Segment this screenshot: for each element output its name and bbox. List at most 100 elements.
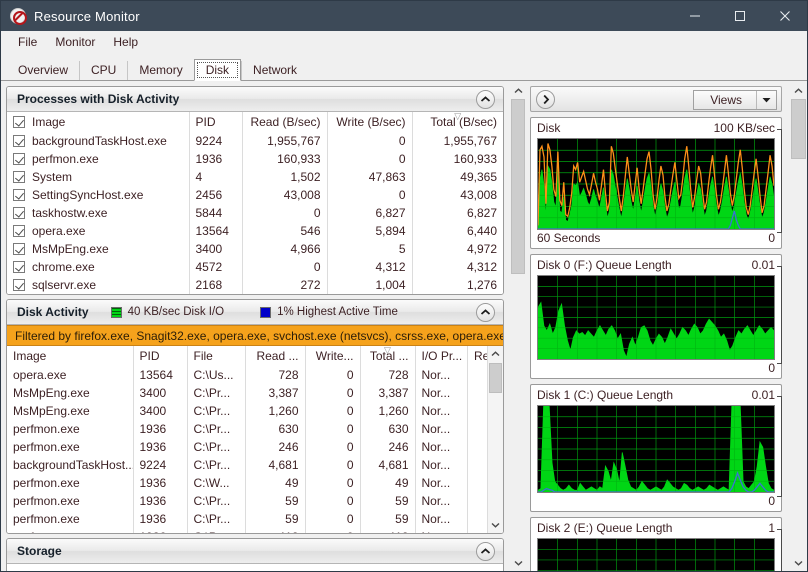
table-row[interactable]: taskhostw.exe 5844 0 6,827 6,827 xyxy=(7,204,503,222)
row-checkbox[interactable] xyxy=(13,188,25,201)
right-pane-scrollbar[interactable] xyxy=(790,82,807,571)
menu-item-monitor[interactable]: Monitor xyxy=(46,33,104,51)
tab-overview[interactable]: Overview xyxy=(7,61,80,81)
table-row[interactable]: perfmon.exe1936C:\Pr...59059Nor...0 xyxy=(7,492,503,510)
da-pid-cell: 3400 xyxy=(133,384,188,402)
table-row[interactable]: MsMpEng.exe 3400 C:\Pr... 3,387 0 3,387 Nor...… xyxy=(7,384,503,402)
scroll-up-icon[interactable] xyxy=(488,346,503,362)
row-checkbox[interactable] xyxy=(13,206,25,219)
disk-0-caption: Disk 0 (F:) Queue Length 0.01 xyxy=(537,258,775,273)
table-row[interactable]: perfmon.exe1936C:\W...49049Nor...0 xyxy=(7,474,503,492)
row-checkbox[interactable] xyxy=(13,242,25,255)
table-row[interactable]: sqlservr.exe 2168 272 1,004 1,276 xyxy=(7,276,503,294)
row-checkbox[interactable] xyxy=(13,152,25,165)
table-row[interactable]: perfmon.exe1936C:\Pr...1180118Nor...0 xyxy=(7,528,503,533)
tab-disk[interactable]: Disk xyxy=(193,59,242,81)
scroll-up-icon[interactable] xyxy=(790,82,807,99)
da-read-cell: 3,387 xyxy=(245,384,306,402)
scrollbar-track[interactable] xyxy=(510,99,526,554)
scrollbar-thumb[interactable] xyxy=(791,99,806,159)
views-button[interactable]: Views xyxy=(693,90,777,110)
maximize-button[interactable] xyxy=(717,1,762,31)
processes-col-read[interactable]: Read (B/sec) xyxy=(242,112,328,132)
disk-0-footer: 0 xyxy=(537,361,775,376)
table-row[interactable]: opera.exe13564C:\Us...7280728Nor...1 xyxy=(7,366,503,384)
scroll-down-icon[interactable] xyxy=(510,554,526,571)
table-row[interactable]: backgroundTaskHost.... 9224 C:\Pr... 4,681 0… xyxy=(7,456,503,474)
processes-table: Image PID Read (B/sec) Write (B/sec) ▽ T… xyxy=(7,112,503,294)
process-image-cell: MsMpEng.exe xyxy=(7,240,190,258)
scroll-down-icon[interactable] xyxy=(488,517,503,533)
table-row[interactable]: MsMpEng.exe 3400 C:\Pr... 1,260 0 1,260 Nor...… xyxy=(7,402,503,420)
chevron-right-icon[interactable] xyxy=(536,89,555,109)
close-button[interactable] xyxy=(762,1,807,31)
da-col-total[interactable]: ▽ Total ... xyxy=(360,346,416,366)
scrollbar-thumb[interactable] xyxy=(511,99,525,274)
process-total-cell: 4,312 xyxy=(412,258,503,276)
da-col-iopriority[interactable]: I/O Pr... xyxy=(415,346,468,366)
minimize-button[interactable] xyxy=(672,1,717,31)
processes-col-image[interactable]: Image xyxy=(7,112,190,132)
da-image-cell: perfmon.exe xyxy=(7,474,134,492)
table-row[interactable]: perfmon.exe1936C:\Pr...6300630Nor...0 xyxy=(7,420,503,438)
chevron-up-icon[interactable] xyxy=(476,303,495,322)
select-all-checkbox[interactable] xyxy=(13,115,25,128)
table-row[interactable]: backgroundTaskHost.exe 9224 1,955,767 0 1,95… xyxy=(7,132,503,150)
disk-graph-caption: Disk 100 KB/sec xyxy=(537,121,775,136)
row-checkbox[interactable] xyxy=(13,224,25,237)
scrollbar-thumb[interactable] xyxy=(489,363,502,393)
table-row[interactable]: System 4 1,502 47,863 49,365 xyxy=(7,168,503,186)
process-pid-cell: 13564 xyxy=(189,222,243,240)
processes-col-total[interactable]: ▽ Total (B/sec) xyxy=(412,112,503,132)
process-read-cell: 4,966 xyxy=(242,240,328,258)
da-total-cell: 59 xyxy=(360,492,416,510)
table-row[interactable]: perfmon.exe 1936 160,933 0 160,933 xyxy=(7,150,503,168)
da-write-cell: 0 xyxy=(305,366,361,384)
tab-network[interactable]: Network xyxy=(241,61,309,81)
processes-col-write[interactable]: Write (B/sec) xyxy=(327,112,413,132)
tab-cpu[interactable]: CPU xyxy=(79,61,128,81)
table-row[interactable]: perfmon.exe1936C:\Pr...2460246Nor...0 xyxy=(7,438,503,456)
process-image-label: SettingSyncHost.exe xyxy=(32,187,144,202)
chevron-down-icon[interactable] xyxy=(756,91,776,109)
processes-col-pid[interactable]: PID xyxy=(189,112,243,132)
disk-graph-title: Disk xyxy=(537,121,561,135)
da-col-file[interactable]: File xyxy=(187,346,246,366)
table-row[interactable]: opera.exe 13564 546 5,894 6,440 xyxy=(7,222,503,240)
disk-0-plot xyxy=(537,275,775,360)
da-col-pid[interactable]: PID xyxy=(133,346,188,366)
storage-panel-header[interactable]: Storage xyxy=(7,539,503,564)
row-checkbox[interactable] xyxy=(13,260,25,273)
table-row[interactable]: MsMpEng.exe 3400 4,966 5 4,972 xyxy=(7,240,503,258)
process-read-cell: 1,955,767 xyxy=(242,132,328,150)
process-image-label: backgroundTaskHost.exe xyxy=(32,133,167,148)
disk-activity-scrollbar[interactable] xyxy=(487,346,503,533)
chevron-up-icon[interactable] xyxy=(476,90,495,109)
scroll-up-icon[interactable] xyxy=(510,82,526,99)
legend-active-time: 1% Highest Active Time xyxy=(260,306,398,318)
process-total-cell: 6,440 xyxy=(412,222,503,240)
row-checkbox[interactable] xyxy=(13,278,25,291)
y-axis-bracket xyxy=(777,266,782,364)
menu-item-file[interactable]: File xyxy=(9,33,46,51)
da-file-cell: C:\Pr... xyxy=(187,384,246,402)
table-row[interactable]: SettingSyncHost.exe 2456 43,008 0 43,008 xyxy=(7,186,503,204)
da-col-image[interactable]: Image xyxy=(7,346,134,366)
da-col-write[interactable]: Write... xyxy=(305,346,361,366)
process-total-cell: 43,008 xyxy=(412,186,503,204)
disk-activity-panel-header[interactable]: Disk Activity 40 KB/sec Disk I/O 1% High… xyxy=(7,300,503,325)
tab-memory[interactable]: Memory xyxy=(127,61,194,81)
row-checkbox[interactable] xyxy=(13,170,25,183)
table-row[interactable]: chrome.exe 4572 0 4,312 4,312 xyxy=(7,258,503,276)
disk-graph-xlabel: 60 Seconds xyxy=(537,231,601,245)
chevron-up-icon[interactable] xyxy=(476,542,495,561)
scrollbar-track[interactable] xyxy=(790,99,807,554)
menu-item-help[interactable]: Help xyxy=(104,33,147,51)
row-checkbox[interactable] xyxy=(13,134,25,147)
da-col-read[interactable]: Read ... xyxy=(245,346,306,366)
process-read-cell: 43,008 xyxy=(242,186,328,204)
table-row[interactable]: perfmon.exe1936C:\Pr...59059Nor...0 xyxy=(7,510,503,528)
scroll-down-icon[interactable] xyxy=(790,554,807,571)
left-pane-scrollbar[interactable] xyxy=(509,82,526,571)
processes-panel-header[interactable]: Processes with Disk Activity xyxy=(7,87,503,112)
